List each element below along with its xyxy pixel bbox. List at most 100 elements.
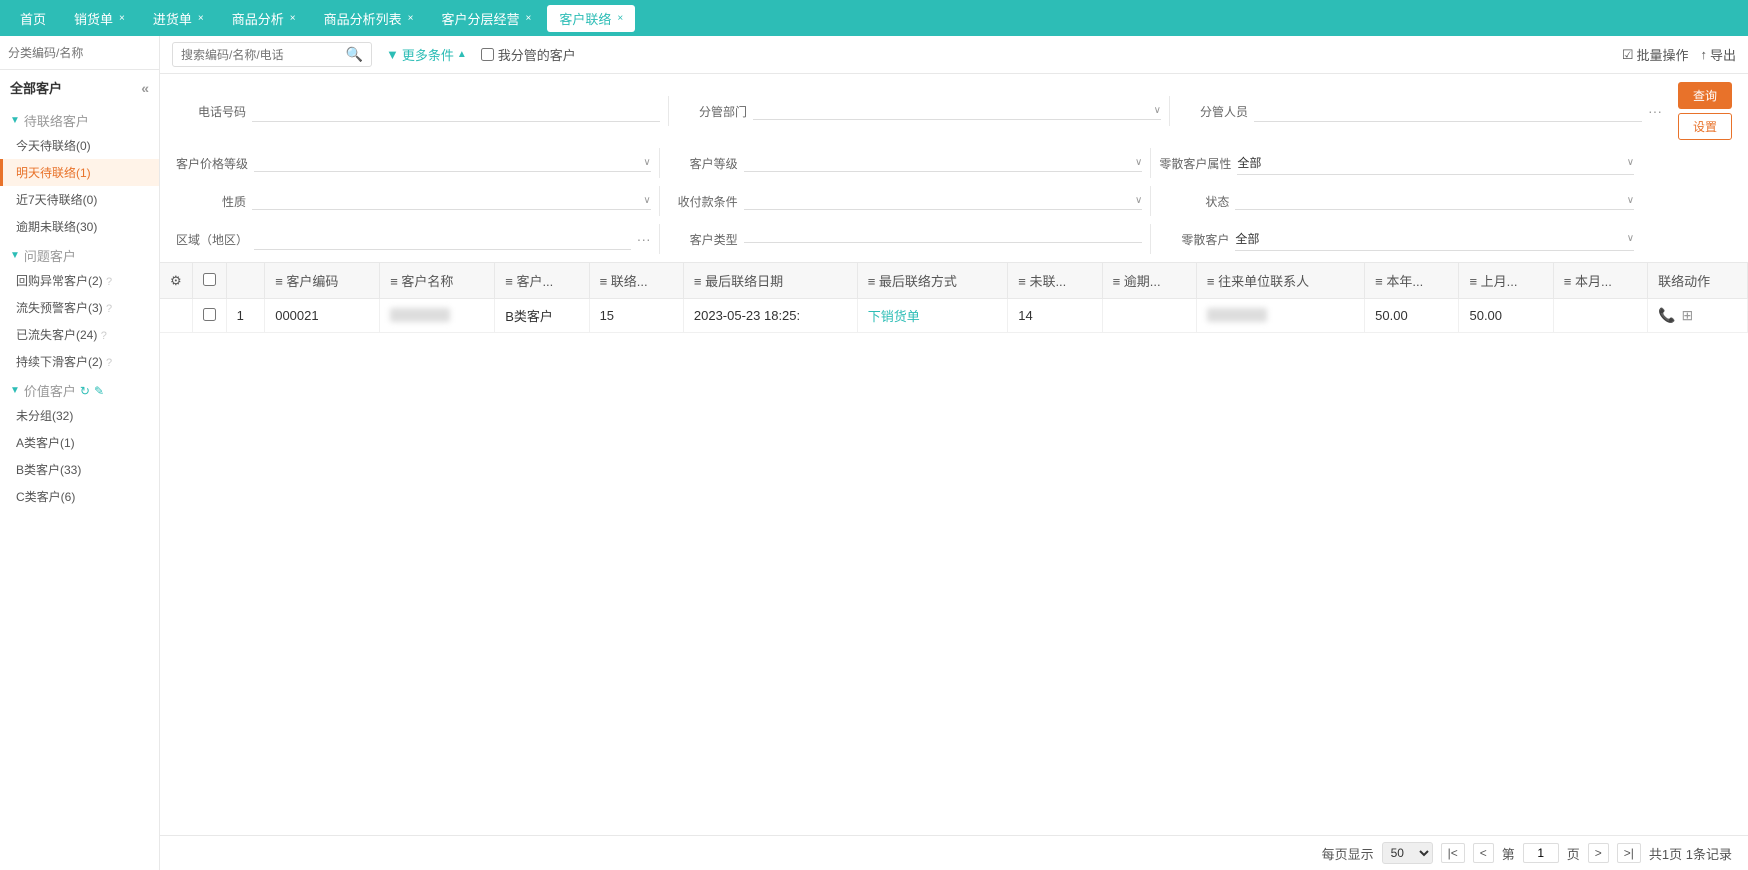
filter-status-label: 状态 <box>1159 193 1229 210</box>
filter-customer-type: 客户类型 <box>668 231 1143 248</box>
dots-icon[interactable]: ··· <box>637 231 651 247</box>
export-btn[interactable]: ↑ 导出 <box>1700 45 1736 64</box>
export-icon: ↑ <box>1700 47 1707 62</box>
filter-status-select[interactable]: ∨ <box>1235 192 1634 210</box>
th-category[interactable]: ≡ 客户... <box>495 263 589 299</box>
th-overdue[interactable]: ≡ 逾期... <box>1102 263 1196 299</box>
prev-page-btn[interactable]: < <box>1473 843 1494 863</box>
filter-nature-select[interactable]: ∨ <box>252 192 651 210</box>
call-icon[interactable]: 📞 <box>1658 307 1675 324</box>
edit-icon[interactable]: ✎ <box>94 384 104 398</box>
collapse-icon[interactable]: « <box>141 80 149 96</box>
my-customers-checkbox-label[interactable]: 我分管的客户 <box>481 45 576 64</box>
th-last-month[interactable]: ≡ 上月... <box>1459 263 1553 299</box>
filter-grade-select[interactable]: ∨ <box>744 154 1143 172</box>
th-last-method[interactable]: ≡ 最后联络方式 <box>857 263 1008 299</box>
close-icon[interactable]: × <box>119 13 125 24</box>
row-checkbox[interactable] <box>203 308 216 321</box>
first-page-btn[interactable]: |< <box>1441 843 1465 863</box>
sidebar-item-tomorrow[interactable]: 明天待联络(1) <box>0 159 159 186</box>
page-number-input[interactable] <box>1523 843 1559 863</box>
query-button[interactable]: 查询 <box>1678 82 1732 109</box>
filter-region-input[interactable] <box>254 229 631 250</box>
td-category: B类客户 <box>495 299 589 333</box>
last-page-btn[interactable]: >| <box>1617 843 1641 863</box>
my-customers-checkbox[interactable] <box>481 48 494 61</box>
chevron-up-icon: ▲ <box>457 49 467 60</box>
sidebar-item-lost[interactable]: 已流失客户(24) ? <box>0 321 159 348</box>
filter-phone-input[interactable] <box>252 101 660 122</box>
sidebar-search-input[interactable] <box>8 46 160 60</box>
more-conditions-btn[interactable]: ▼ 更多条件 ▲ <box>380 42 473 67</box>
th-gear[interactable]: ⚙ <box>160 263 192 299</box>
refresh-icon[interactable]: ↻ <box>80 384 90 398</box>
sidebar-item-declining[interactable]: 持续下滑客户(2) ? <box>0 348 159 375</box>
nav-home[interactable]: 首页 <box>8 5 58 32</box>
nav-sales-order[interactable]: 销货单 × <box>62 5 137 32</box>
sidebar-section-pending: ▼ 待联络客户 <box>0 105 159 132</box>
td-last-method[interactable]: 下销货单 <box>857 299 1008 333</box>
dots-icon[interactable]: ··· <box>1648 103 1662 119</box>
th-code[interactable]: ≡ 客户编码 <box>265 263 380 299</box>
grid-icon[interactable]: ⊞ <box>1682 307 1694 324</box>
bulk-action-btn[interactable]: ☑ 批量操作 <box>1622 45 1689 64</box>
chevron-down-icon: ∨ <box>1135 195 1142 206</box>
close-icon[interactable]: × <box>198 13 204 24</box>
sidebar-item-warning[interactable]: 流失预警客户(3) ? <box>0 294 159 321</box>
sidebar-item-class-a[interactable]: A类客户(1) <box>0 429 159 456</box>
filter-retail-attr-select[interactable]: 全部 ∨ <box>1237 151 1634 175</box>
th-contact[interactable]: ≡ 联络... <box>589 263 683 299</box>
sidebar-item-overdue[interactable]: 逾期未联络(30) <box>0 213 159 240</box>
advanced-filter-panel: 电话号码 分管部门 ∨ 分管人员 ··· <box>160 74 1748 263</box>
settings-button[interactable]: 设置 <box>1678 113 1732 140</box>
close-icon[interactable]: × <box>290 13 296 24</box>
nav-purchase-order[interactable]: 进货单 × <box>141 5 216 32</box>
filter-status: 状态 ∨ <box>1159 192 1634 210</box>
nav-product-analysis[interactable]: 商品分析 × <box>220 5 308 32</box>
sidebar-all-customers[interactable]: 全部客户 « <box>0 70 159 105</box>
select-all-checkbox[interactable] <box>203 273 216 286</box>
nav-customer-segmentation[interactable]: 客户分层经营 × <box>429 5 543 32</box>
nav-product-analysis-list[interactable]: 商品分析列表 × <box>312 5 426 32</box>
nav-customer-contact[interactable]: 客户联络 × <box>547 5 635 32</box>
th-name[interactable]: ≡ 客户名称 <box>380 263 495 299</box>
th-this-month[interactable]: ≡ 本月... <box>1553 263 1647 299</box>
sidebar-item-today[interactable]: 今天待联络(0) <box>0 132 159 159</box>
chevron-down-icon: ∨ <box>1135 157 1142 168</box>
sidebar-item-class-b[interactable]: B类客户(33) <box>0 456 159 483</box>
filter-customer-type-select[interactable] <box>744 236 1143 243</box>
td-last-month: 50.00 <box>1459 299 1553 333</box>
td-last-date: 2023-05-23 18:25: <box>683 299 857 333</box>
checkbox-icon: ☑ <box>1622 47 1634 63</box>
chevron-down-icon: ∨ <box>1627 233 1634 244</box>
th-company-contact[interactable]: ≡ 往来单位联系人 <box>1196 263 1364 299</box>
filter-retail-customer-select[interactable]: 全部 ∨ <box>1235 227 1634 251</box>
search-icon[interactable]: 🔍 <box>346 46 363 63</box>
filter-grade: 客户等级 ∨ <box>668 154 1143 172</box>
th-unlinked[interactable]: ≡ 未联... <box>1008 263 1102 299</box>
last-method-link[interactable]: 下销货单 <box>868 309 920 324</box>
td-company-contact <box>1196 299 1364 333</box>
data-table-container: ⚙ ≡ 客户编码 ≡ 客户名称 ≡ 客户... ≡ 联络... ≡ 最后联络日期… <box>160 263 1748 835</box>
next-page-btn[interactable]: > <box>1588 843 1609 863</box>
filter-payment-select[interactable]: ∨ <box>744 192 1143 210</box>
chevron-down-icon: ∨ <box>643 157 650 168</box>
td-action: 📞 ⊞ <box>1648 299 1748 333</box>
filter-row-3: 性质 ∨ 收付款条件 ∨ 状态 <box>176 186 1732 216</box>
close-icon[interactable]: × <box>617 13 623 24</box>
search-input[interactable] <box>181 48 342 62</box>
close-icon[interactable]: × <box>408 13 414 24</box>
th-last-date[interactable]: ≡ 最后联络日期 <box>683 263 857 299</box>
filter-person-input[interactable] <box>1254 101 1642 122</box>
filter-price-grade-select[interactable]: ∨ <box>254 154 651 172</box>
td-index: 1 <box>226 299 265 333</box>
sidebar-item-7days[interactable]: 近7天待联络(0) <box>0 186 159 213</box>
sidebar-item-abnormal[interactable]: 回购异常客户(2) ? <box>0 267 159 294</box>
sidebar-item-ungrouped[interactable]: 未分组(32) <box>0 402 159 429</box>
th-this-year[interactable]: ≡ 本年... <box>1365 263 1459 299</box>
sidebar-item-class-c[interactable]: C类客户(6) <box>0 483 159 510</box>
filter-person-label: 分管人员 <box>1178 103 1248 120</box>
filter-dept-select[interactable]: ∨ <box>753 102 1161 120</box>
per-page-select[interactable]: 50 100 200 <box>1382 842 1433 864</box>
close-icon[interactable]: × <box>525 13 531 24</box>
